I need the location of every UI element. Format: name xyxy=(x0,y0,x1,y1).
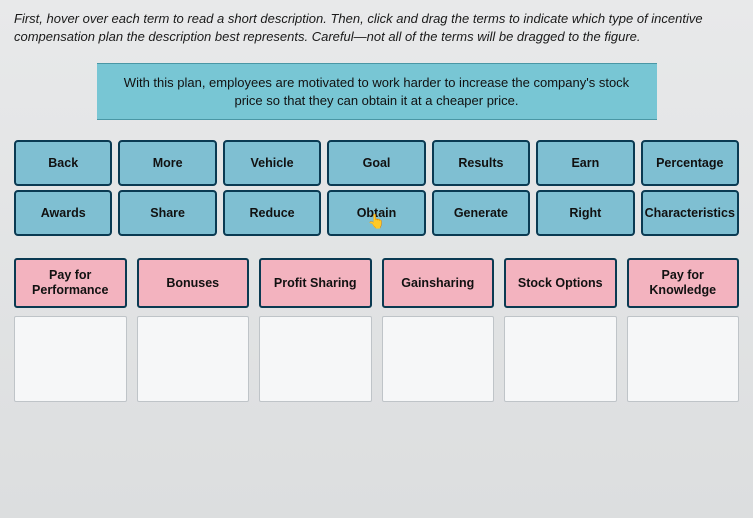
draggable-terms-grid: Back More Vehicle Goal Results Earn Perc… xyxy=(14,140,739,236)
category-bonuses: Bonuses xyxy=(137,258,250,402)
category-pay-for-performance: Pay for Performance xyxy=(14,258,127,402)
term-characteristics[interactable]: Characteristics xyxy=(641,190,739,236)
category-header-bonuses: Bonuses xyxy=(137,258,250,308)
category-gainsharing: Gainsharing xyxy=(382,258,495,402)
drop-slot-gainsharing[interactable] xyxy=(382,316,495,402)
category-header-profit-sharing: Profit Sharing xyxy=(259,258,372,308)
category-pay-for-knowledge: Pay for Knowledge xyxy=(627,258,740,402)
term-awards[interactable]: Awards xyxy=(14,190,112,236)
scenario-prompt: With this plan, employees are motivated … xyxy=(97,63,657,120)
term-earn[interactable]: Earn xyxy=(536,140,634,186)
term-obtain[interactable]: Obtain 👆 xyxy=(327,190,425,236)
category-header-pay-for-knowledge: Pay for Knowledge xyxy=(627,258,740,308)
term-share[interactable]: Share xyxy=(118,190,216,236)
term-percentage[interactable]: Percentage xyxy=(641,140,739,186)
term-reduce[interactable]: Reduce xyxy=(223,190,321,236)
drop-target-area: Pay for Performance Bonuses Profit Shari… xyxy=(14,258,739,402)
term-generate[interactable]: Generate xyxy=(432,190,530,236)
drop-slot-stock-options[interactable] xyxy=(504,316,617,402)
instructions-text: First, hover over each term to read a sh… xyxy=(14,10,739,45)
category-header-gainsharing: Gainsharing xyxy=(382,258,495,308)
term-back[interactable]: Back xyxy=(14,140,112,186)
term-more[interactable]: More xyxy=(118,140,216,186)
category-profit-sharing: Profit Sharing xyxy=(259,258,372,402)
term-results[interactable]: Results xyxy=(432,140,530,186)
term-vehicle[interactable]: Vehicle xyxy=(223,140,321,186)
category-header-pay-for-performance: Pay for Performance xyxy=(14,258,127,308)
drop-slot-bonuses[interactable] xyxy=(137,316,250,402)
category-header-stock-options: Stock Options xyxy=(504,258,617,308)
term-right[interactable]: Right xyxy=(536,190,634,236)
term-obtain-label: Obtain xyxy=(357,206,397,220)
drop-slot-profit-sharing[interactable] xyxy=(259,316,372,402)
term-goal[interactable]: Goal xyxy=(327,140,425,186)
drop-slot-pay-for-knowledge[interactable] xyxy=(627,316,740,402)
drop-slot-pay-for-performance[interactable] xyxy=(14,316,127,402)
category-stock-options: Stock Options xyxy=(504,258,617,402)
